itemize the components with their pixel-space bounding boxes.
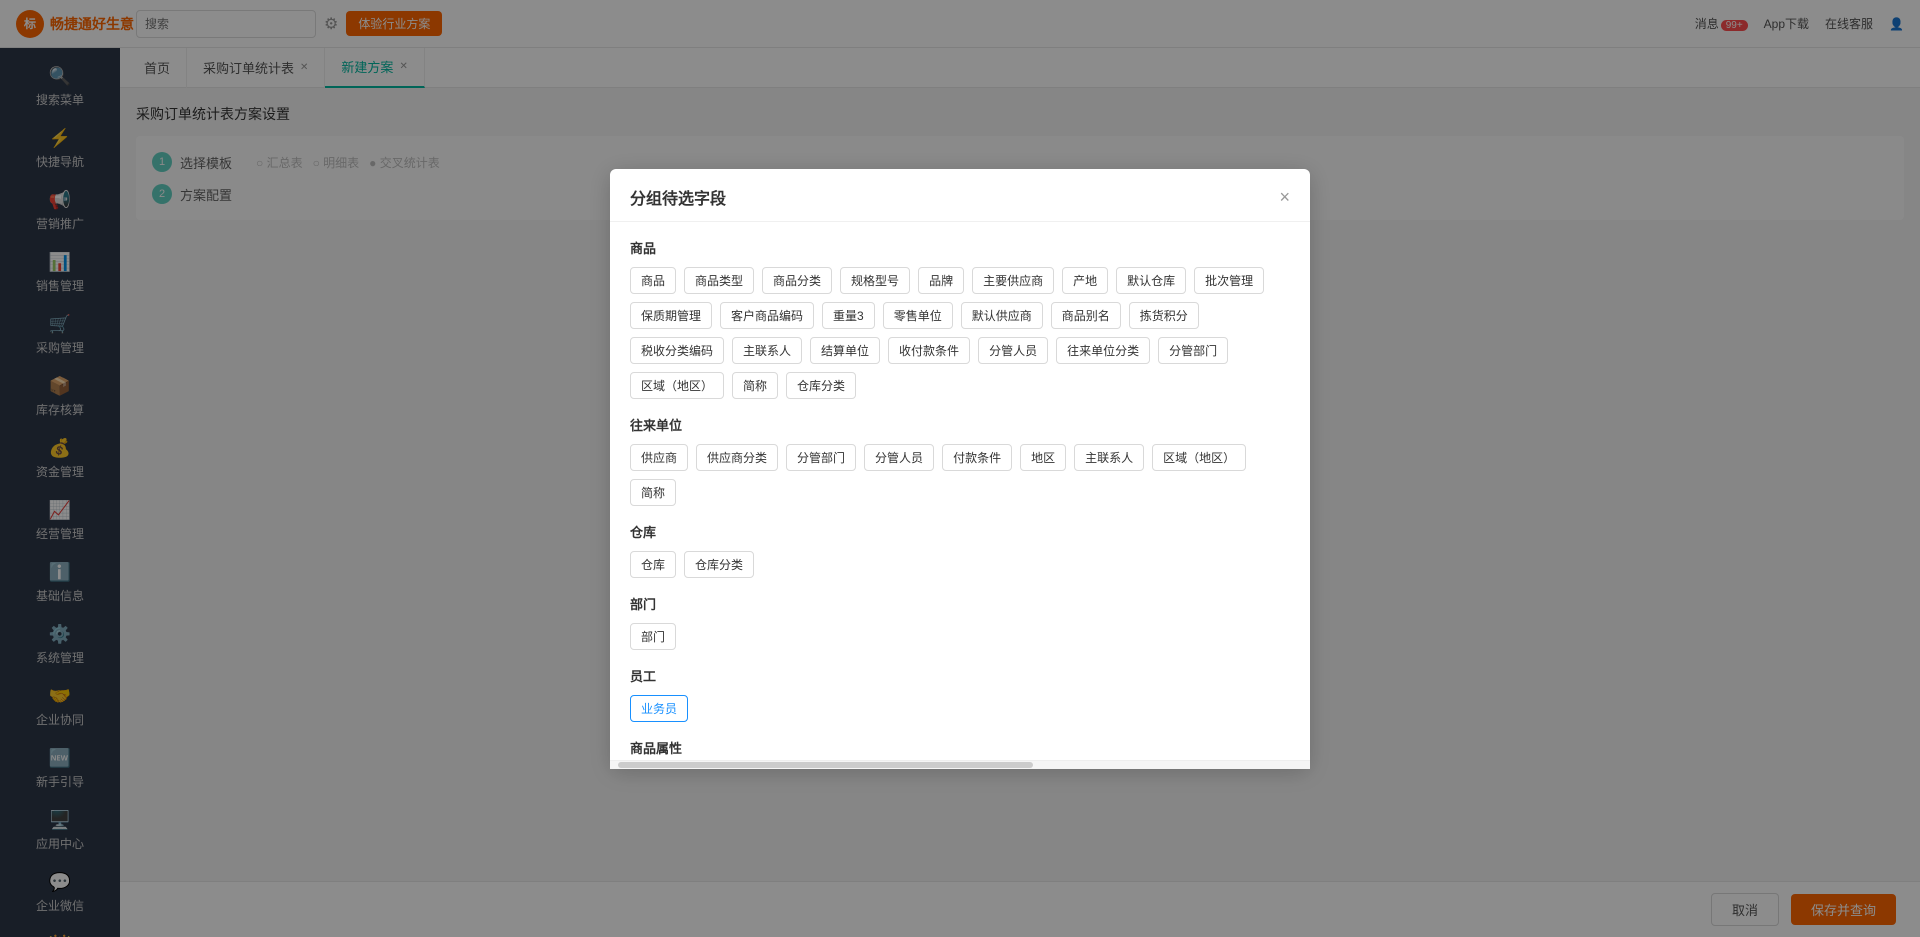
field-main-contact[interactable]: 主联系人	[732, 337, 802, 364]
field-settle-unit[interactable]: 结算单位	[810, 337, 880, 364]
field-salesperson[interactable]: 业务员	[630, 695, 688, 722]
modal-overlay: 分组待选字段 × 商品 商品 商品类型 商品分类 规格型号 品牌 主要供应商 产…	[0, 0, 1920, 937]
field-supplier-category[interactable]: 供应商分类	[696, 444, 778, 471]
section-product-grid: 商品 商品类型 商品分类 规格型号 品牌 主要供应商 产地 默认仓库 批次管理 …	[630, 267, 1290, 399]
field-area[interactable]: 区域（地区）	[630, 372, 724, 399]
field-origin[interactable]: 产地	[1062, 267, 1108, 294]
section-employee-grid: 业务员	[630, 695, 1290, 722]
section-department-grid: 部门	[630, 623, 1290, 650]
field-pick-points[interactable]: 拣货积分	[1129, 302, 1199, 329]
field-manage-person[interactable]: 分管人员	[864, 444, 934, 471]
field-region[interactable]: 地区	[1020, 444, 1066, 471]
field-short-name[interactable]: 简称	[732, 372, 778, 399]
field-main-supplier[interactable]: 主要供应商	[972, 267, 1054, 294]
section-warehouse-title: 仓库	[630, 522, 1290, 541]
field-tax-code[interactable]: 税收分类编码	[630, 337, 724, 364]
field-batch-mgmt[interactable]: 批次管理	[1194, 267, 1264, 294]
section-product-attr-title: 商品属性	[630, 738, 1290, 757]
field-supplier[interactable]: 供应商	[630, 444, 688, 471]
field-payment-terms[interactable]: 收付款条件	[888, 337, 970, 364]
field-warehouse-category[interactable]: 仓库分类	[786, 372, 856, 399]
field-supervisor[interactable]: 分管人员	[978, 337, 1048, 364]
modal-header: 分组待选字段 ×	[610, 169, 1310, 222]
field-product[interactable]: 商品	[630, 267, 676, 294]
field-weight3[interactable]: 重量3	[822, 302, 875, 329]
section-partner: 往来单位 供应商 供应商分类 分管部门 分管人员 付款条件 地区 主联系人 区域…	[630, 415, 1290, 506]
field-department[interactable]: 部门	[630, 623, 676, 650]
field-warehouse[interactable]: 仓库	[630, 551, 676, 578]
field-product-category[interactable]: 商品分类	[762, 267, 832, 294]
field-main-contact2[interactable]: 主联系人	[1074, 444, 1144, 471]
field-product-alias[interactable]: 商品别名	[1051, 302, 1121, 329]
section-department-title: 部门	[630, 594, 1290, 613]
field-default-warehouse[interactable]: 默认仓库	[1116, 267, 1186, 294]
modal-title: 分组待选字段	[630, 185, 726, 209]
field-brand[interactable]: 品牌	[918, 267, 964, 294]
field-manage-dept[interactable]: 分管部门	[786, 444, 856, 471]
field-area2[interactable]: 区域（地区）	[1152, 444, 1246, 471]
field-retail-unit[interactable]: 零售单位	[883, 302, 953, 329]
field-abbr[interactable]: 简称	[630, 479, 676, 506]
field-partner-category[interactable]: 往来单位分类	[1056, 337, 1150, 364]
section-partner-title: 往来单位	[630, 415, 1290, 434]
field-shelf-life[interactable]: 保质期管理	[630, 302, 712, 329]
field-spec-model[interactable]: 规格型号	[840, 267, 910, 294]
modal-close-button[interactable]: ×	[1279, 188, 1290, 206]
section-warehouse-grid: 仓库 仓库分类	[630, 551, 1290, 578]
section-employee-title: 员工	[630, 666, 1290, 685]
field-dept[interactable]: 分管部门	[1158, 337, 1228, 364]
field-product-type[interactable]: 商品类型	[684, 267, 754, 294]
section-department: 部门 部门	[630, 594, 1290, 650]
section-employee: 员工 业务员	[630, 666, 1290, 722]
field-default-supplier[interactable]: 默认供应商	[961, 302, 1043, 329]
field-selection-modal: 分组待选字段 × 商品 商品 商品类型 商品分类 规格型号 品牌 主要供应商 产…	[610, 169, 1310, 769]
section-product-attr: 商品属性 属性 颜色 多规格 尺码 鞋码 1	[630, 738, 1290, 760]
section-warehouse: 仓库 仓库 仓库分类	[630, 522, 1290, 578]
field-customer-product-code[interactable]: 客户商品编码	[720, 302, 814, 329]
section-product: 商品 商品 商品类型 商品分类 规格型号 品牌 主要供应商 产地 默认仓库 批次…	[630, 238, 1290, 399]
field-pay-terms[interactable]: 付款条件	[942, 444, 1012, 471]
modal-body[interactable]: 商品 商品 商品类型 商品分类 规格型号 品牌 主要供应商 产地 默认仓库 批次…	[610, 222, 1310, 760]
section-partner-grid: 供应商 供应商分类 分管部门 分管人员 付款条件 地区 主联系人 区域（地区） …	[630, 444, 1290, 506]
field-warehouse-type[interactable]: 仓库分类	[684, 551, 754, 578]
section-product-title: 商品	[630, 238, 1290, 257]
